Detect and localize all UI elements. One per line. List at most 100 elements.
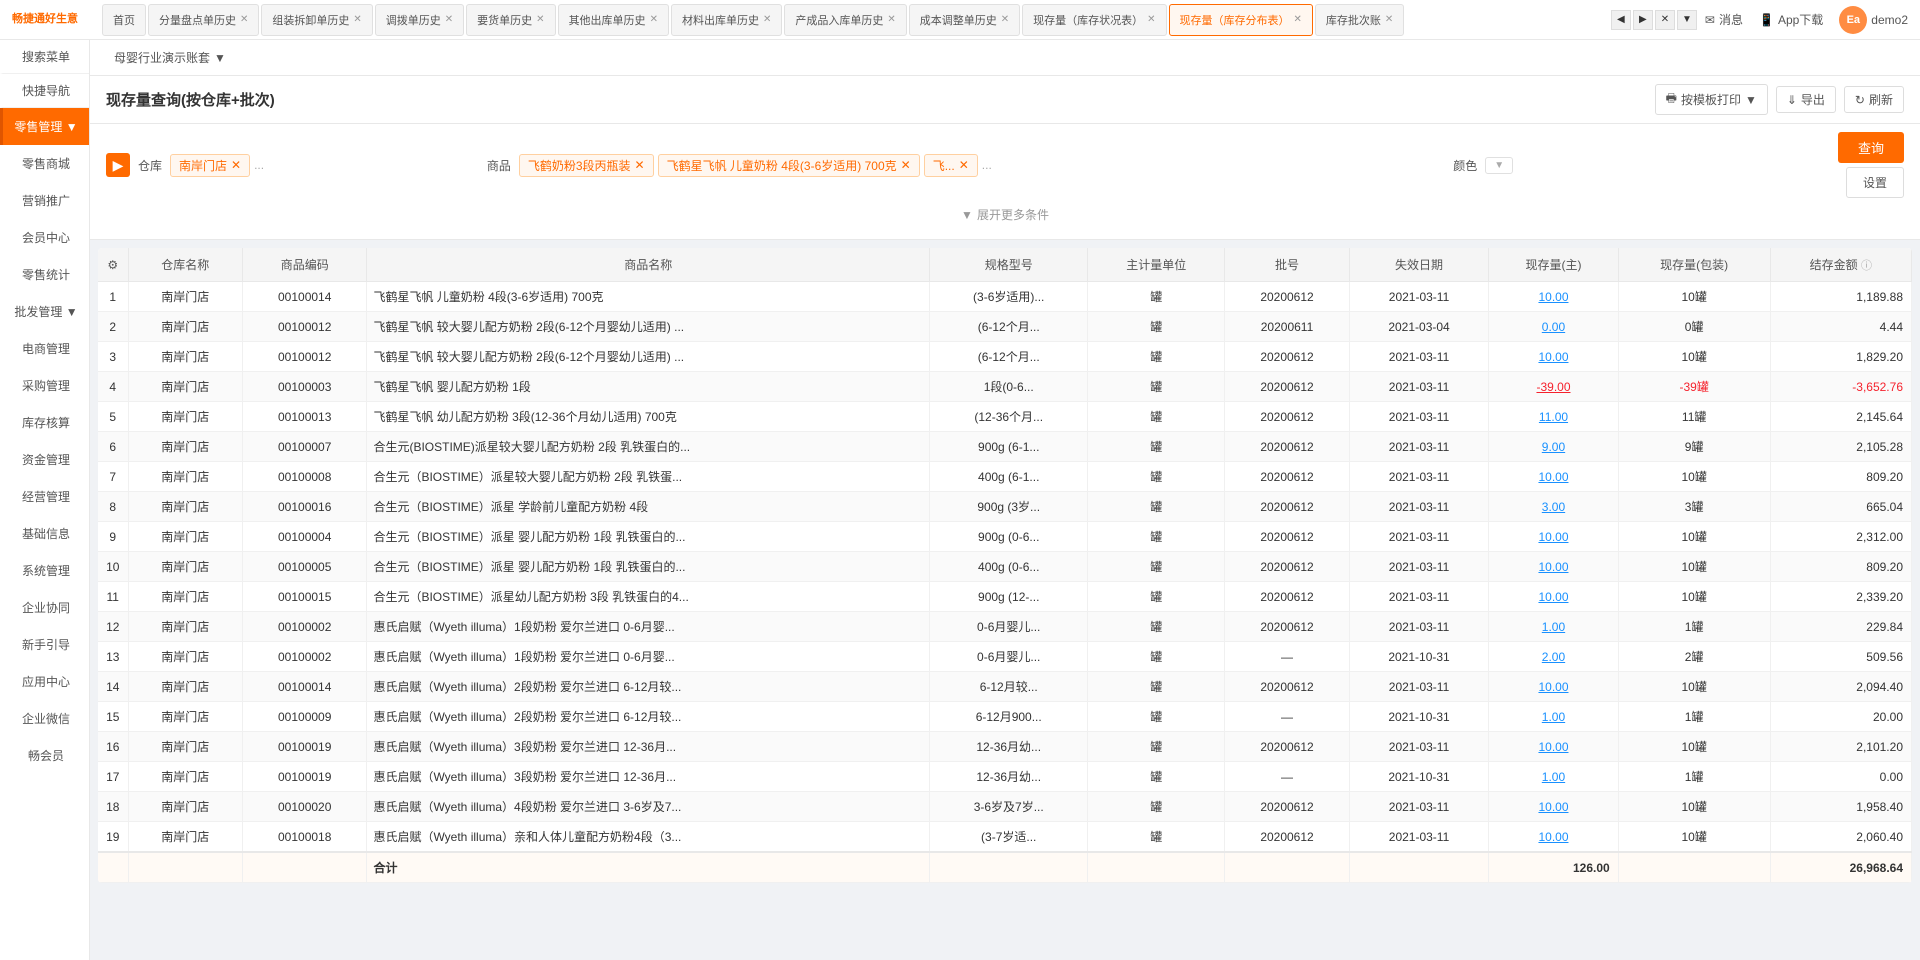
user-area[interactable]: Ea demo2 [1839,6,1908,34]
tab-menu-btn[interactable]: ▼ [1677,10,1697,30]
account-dropdown[interactable]: 母婴行业演示账套 ▼ [102,43,238,73]
td-qty-1[interactable]: 0.00 [1489,312,1618,342]
top-tab-close-1[interactable]: ✕ [240,14,248,25]
top-tab-close-4[interactable]: ✕ [536,14,544,25]
td-qty-0[interactable]: 10.00 [1489,282,1618,312]
top-tab-4[interactable]: 要货单历史✕ [466,4,555,36]
td-qty-9[interactable]: 10.00 [1489,552,1618,582]
product-tag-2-close[interactable]: ✕ [901,158,911,172]
export-btn[interactable]: ⇓ 导出 [1776,86,1836,113]
top-tab-close-6[interactable]: ✕ [763,14,771,25]
td-qty-13[interactable]: 10.00 [1489,672,1618,702]
sidebar-item-9[interactable]: 资金管理 [0,441,89,478]
td-qty-12[interactable]: 2.00 [1489,642,1618,672]
td-qty-18[interactable]: 10.00 [1489,822,1618,853]
td-qty-17[interactable]: 10.00 [1489,792,1618,822]
top-tab-close-3[interactable]: ✕ [445,14,453,25]
sidebar-item-5[interactable]: 批发管理 ▼ [0,293,89,330]
top-tab-7[interactable]: 产成品入库单历史✕ [784,4,906,36]
top-tab-close-5[interactable]: ✕ [650,14,658,25]
msg-btn[interactable]: ✉ 消息 [1705,11,1743,28]
sidebar-item-1[interactable]: 零售商城 [0,145,89,182]
sidebar-search-menu[interactable]: 搜索菜单 [0,40,89,74]
td-name-9: 合生元（BIOSTIME）派星 婴儿配方奶粉 1段 乳铁蛋白的... [367,552,930,582]
top-tab-close-9[interactable]: ✕ [1147,14,1155,25]
td-qty-15[interactable]: 10.00 [1489,732,1618,762]
sidebar-item-0[interactable]: 零售管理 ▼ [0,108,89,145]
product-tag-1[interactable]: 飞鹤奶粉3段丙瓶装 ✕ [519,154,654,177]
top-tab-8[interactable]: 成本调整单历史✕ [909,4,1020,36]
product-tag-3[interactable]: 飞... ✕ [924,154,978,177]
sidebar-item-11[interactable]: 基础信息 [0,515,89,552]
product-tag-1-close[interactable]: ✕ [635,158,645,172]
top-tab-close-8[interactable]: ✕ [1001,14,1009,25]
td-qty-3[interactable]: -39.00 [1489,372,1618,402]
top-tab-9[interactable]: 现存量（库存状况表）✕ [1022,4,1166,36]
top-tab-0[interactable]: 首页 [102,4,146,36]
expand-conditions-btn[interactable]: ▼ 展开更多条件 [953,202,1057,227]
td-qty-16[interactable]: 1.00 [1489,762,1618,792]
top-tab-close-10[interactable]: ✕ [1294,14,1302,25]
warehouse-tag-close[interactable]: ✕ [231,158,241,172]
td-qty-8[interactable]: 10.00 [1489,522,1618,552]
td-no-12: 13 [98,642,128,672]
settings-btn[interactable]: 设置 [1846,167,1904,198]
tab-prev-btn[interactable]: ◀ [1611,10,1631,30]
app-download-btn[interactable]: 📱 App下载 [1759,11,1823,28]
top-tab-6[interactable]: 材料出库单历史✕ [671,4,782,36]
sidebar-item-15[interactable]: 应用中心 [0,663,89,700]
sidebar-item-3[interactable]: 会员中心 [0,219,89,256]
td-qty-2[interactable]: 10.00 [1489,342,1618,372]
template-print-btn[interactable]: 🖶 按模板打印 ▼ [1655,84,1768,115]
sidebar-item-7[interactable]: 采购管理 [0,367,89,404]
top-tab-3[interactable]: 调拨单历史✕ [375,4,464,36]
top-tab-10[interactable]: 现存量（库存分布表）✕ [1169,4,1313,36]
td-qty-14[interactable]: 1.00 [1489,702,1618,732]
td-qty-5[interactable]: 9.00 [1489,432,1618,462]
top-tab-2[interactable]: 组装拆卸单历史✕ [261,4,372,36]
td-qty-10[interactable]: 10.00 [1489,582,1618,612]
td-code-18: 00100018 [242,822,367,853]
sidebar-item-8[interactable]: 库存核算 [0,404,89,441]
filter-toggle-btn[interactable]: ▶ [106,153,130,177]
td-warehouse-0: 南岸门店 [128,282,242,312]
top-tab-5[interactable]: 其他出库单历史✕ [558,4,669,36]
sidebar-item-6[interactable]: 电商管理 [0,330,89,367]
product-tag-3-close[interactable]: ✕ [959,158,969,172]
td-qty-pkg-13: 10罐 [1618,672,1770,702]
sidebar-item-12[interactable]: 系统管理 [0,552,89,589]
sidebar-item-10[interactable]: 经营管理 [0,478,89,515]
warehouse-tag[interactable]: 南岸门店 ✕ [170,154,250,177]
product-tag-3-text: 飞... [933,157,955,174]
td-qty-6[interactable]: 10.00 [1489,462,1618,492]
sidebar-quick-nav[interactable]: 快捷导航 [0,74,89,108]
th-settings[interactable]: ⚙ [98,248,128,282]
product-filter-more[interactable]: ... [982,158,992,172]
td-qty-4[interactable]: 11.00 [1489,402,1618,432]
td-amount-17: 1,958.40 [1770,792,1911,822]
td-qty-7[interactable]: 3.00 [1489,492,1618,522]
sidebar-item-14[interactable]: 新手引导 [0,626,89,663]
top-tab-close-11[interactable]: ✕ [1385,14,1393,25]
td-qty-pkg-6: 10罐 [1618,462,1770,492]
tab-close-btn[interactable]: ✕ [1655,10,1675,30]
sidebar-item-4[interactable]: 零售统计 [0,256,89,293]
sidebar-item-2[interactable]: 营销推广 [0,182,89,219]
warehouse-filter-more[interactable]: ... [254,158,264,172]
top-tab-close-7[interactable]: ✕ [887,14,895,25]
tab-next-btn[interactable]: ▶ [1633,10,1653,30]
refresh-btn[interactable]: ↻ 刷新 [1844,86,1904,113]
td-batch-15: 20200612 [1225,732,1350,762]
top-right: ✉ 消息 📱 App下载 Ea demo2 [1705,6,1908,34]
query-btn[interactable]: 查询 [1838,132,1904,163]
product-tag-2[interactable]: 飞鹤星飞帆 儿童奶粉 4段(3-6岁适用) 700克 ✕ [658,154,920,177]
td-qty-11[interactable]: 1.00 [1489,612,1618,642]
sidebar-item-13[interactable]: 企业协同 [0,589,89,626]
top-tab-close-2[interactable]: ✕ [353,14,361,25]
color-dropdown[interactable]: ▼ [1485,157,1513,174]
top-tab-11[interactable]: 库存批次账✕ [1315,4,1404,36]
sidebar-item-16[interactable]: 企业微信 [0,700,89,737]
td-code-13: 00100014 [242,672,367,702]
sidebar-item-17[interactable]: 畅会员 [0,737,89,774]
top-tab-1[interactable]: 分量盘点单历史✕ [148,4,259,36]
